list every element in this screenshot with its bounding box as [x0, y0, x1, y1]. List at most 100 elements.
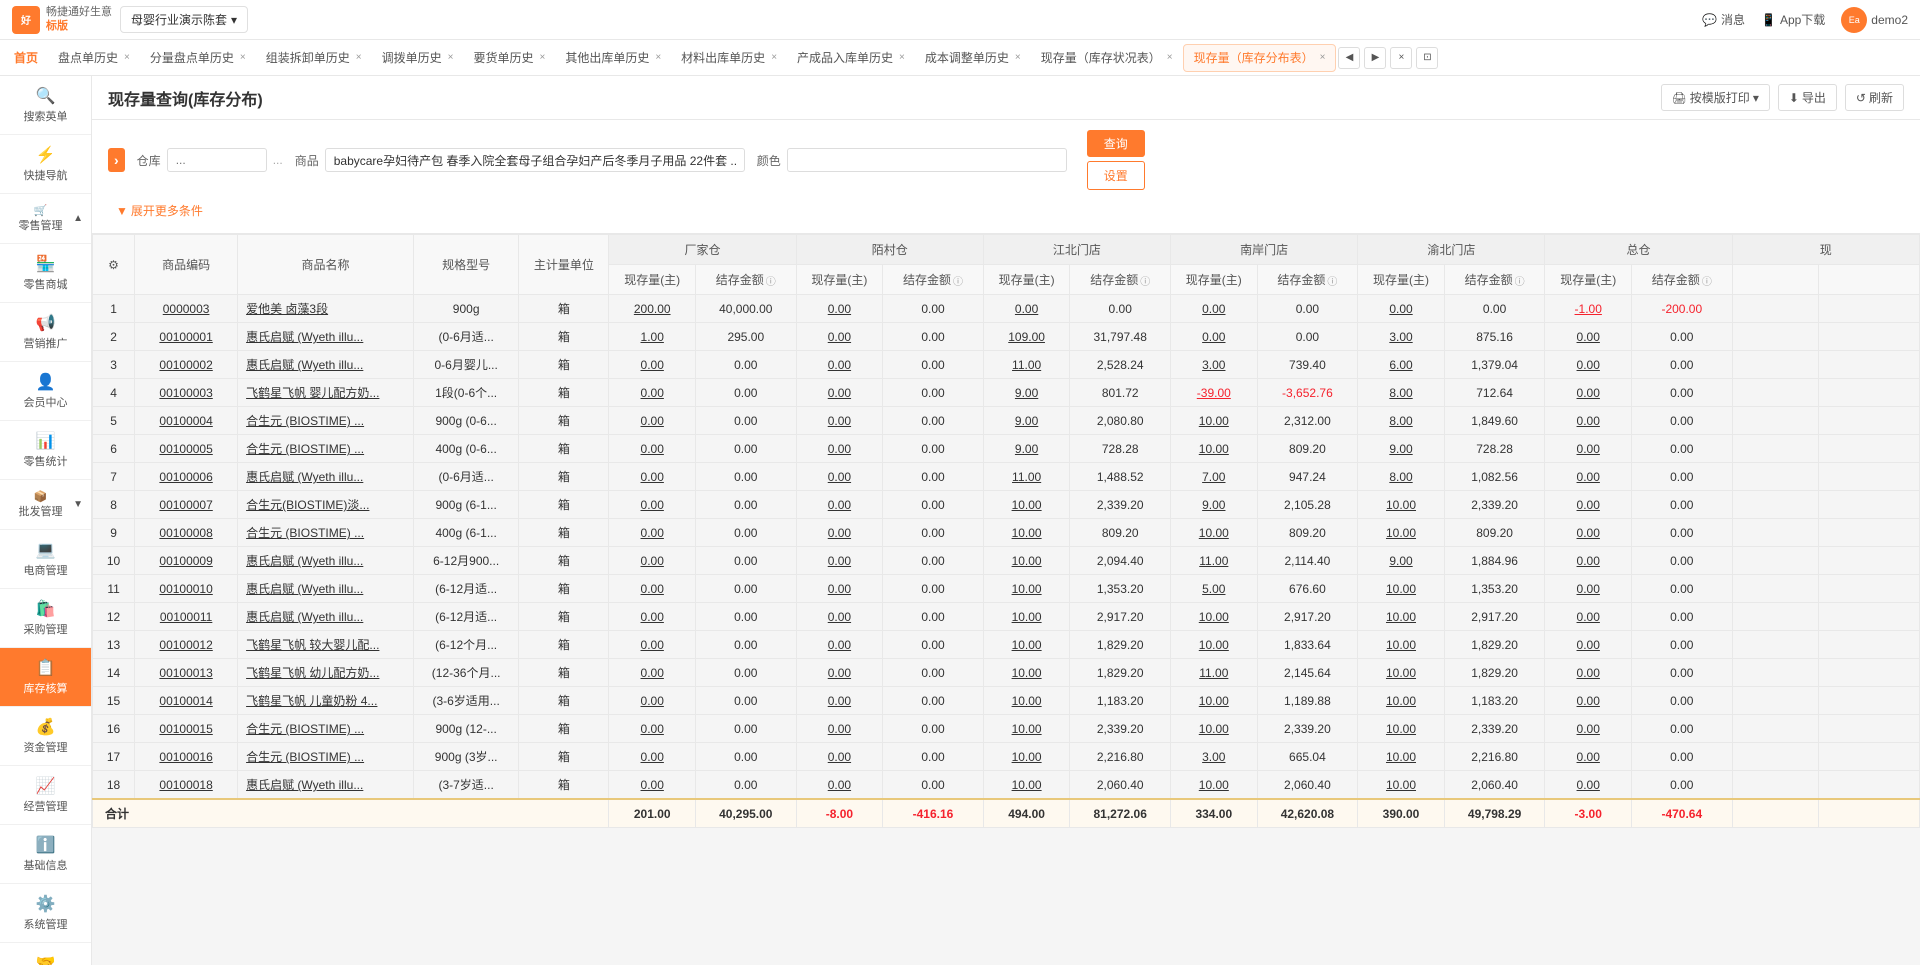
row-wh4-qty[interactable]: 10.00: [1171, 407, 1258, 435]
row-wh3-qty[interactable]: 9.00: [983, 407, 1070, 435]
row-wh3-qty[interactable]: 10.00: [983, 491, 1070, 519]
row-code[interactable]: 00100008: [135, 519, 238, 547]
row-code[interactable]: 00100014: [135, 687, 238, 715]
store-selector[interactable]: 母婴行业演示陈套 ▾: [120, 6, 248, 33]
sidebar-item-ops[interactable]: 📈 经营管理: [0, 766, 91, 825]
row-wh5-qty[interactable]: 3.00: [1358, 323, 1445, 351]
tab-close-5[interactable]: ×: [539, 52, 545, 63]
query-btn[interactable]: 查询: [1087, 130, 1145, 157]
tab-close-3[interactable]: ×: [356, 52, 362, 63]
row-wh1-qty[interactable]: 0.00: [609, 575, 696, 603]
row-wh4-qty[interactable]: 10.00: [1171, 687, 1258, 715]
row-wh3-qty[interactable]: 9.00: [983, 435, 1070, 463]
row-total-qty[interactable]: -1.00: [1545, 295, 1632, 323]
sidebar-item-system[interactable]: ⚙️ 系统管理: [0, 884, 91, 943]
tab-close-all-btn[interactable]: ×: [1390, 47, 1412, 69]
row-wh1-qty[interactable]: 0.00: [609, 435, 696, 463]
color-input[interactable]: [787, 148, 1067, 172]
tab-close-2[interactable]: ×: [240, 52, 246, 63]
row-wh1-qty[interactable]: 0.00: [609, 715, 696, 743]
row-name[interactable]: 惠氏启赋 (Wyeth illu...: [238, 547, 414, 575]
row-wh2-qty[interactable]: 0.00: [796, 631, 883, 659]
sidebar-item-wholesale[interactable]: 📦 批发管理 ▼: [0, 480, 91, 530]
row-wh5-qty[interactable]: 9.00: [1358, 547, 1445, 575]
row-wh1-qty[interactable]: 0.00: [609, 743, 696, 771]
user-menu[interactable]: Ea demo2: [1841, 7, 1908, 33]
sidebar-item-retail[interactable]: 🛒 零售管理 ▲: [0, 194, 91, 244]
row-total-qty[interactable]: 0.00: [1545, 659, 1632, 687]
row-wh1-qty[interactable]: 0.00: [609, 491, 696, 519]
row-wh5-qty[interactable]: 10.00: [1358, 575, 1445, 603]
row-name[interactable]: 惠氏启赋 (Wyeth illu...: [238, 351, 414, 379]
row-name[interactable]: 惠氏启赋 (Wyeth illu...: [238, 575, 414, 603]
row-total-qty[interactable]: 0.00: [1545, 323, 1632, 351]
refresh-btn[interactable]: ↺ 刷新: [1845, 84, 1904, 111]
row-total-qty[interactable]: 0.00: [1545, 519, 1632, 547]
row-wh4-qty[interactable]: 0.00: [1171, 295, 1258, 323]
row-wh4-qty[interactable]: 10.00: [1171, 603, 1258, 631]
row-wh4-qty[interactable]: 10.00: [1171, 519, 1258, 547]
row-wh3-qty[interactable]: 10.00: [983, 687, 1070, 715]
row-wh1-qty[interactable]: 0.00: [609, 379, 696, 407]
row-wh1-qty[interactable]: 200.00: [609, 295, 696, 323]
row-name[interactable]: 惠氏启赋 (Wyeth illu...: [238, 771, 414, 800]
row-wh5-qty[interactable]: 10.00: [1358, 603, 1445, 631]
row-wh5-qty[interactable]: 10.00: [1358, 771, 1445, 800]
row-code[interactable]: 00100009: [135, 547, 238, 575]
row-wh2-qty[interactable]: 0.00: [796, 351, 883, 379]
row-wh2-qty[interactable]: 0.00: [796, 379, 883, 407]
row-wh3-qty[interactable]: 0.00: [983, 295, 1070, 323]
row-name[interactable]: 惠氏启赋 (Wyeth illu...: [238, 323, 414, 351]
row-wh4-qty[interactable]: 3.00: [1171, 351, 1258, 379]
row-total-qty[interactable]: 0.00: [1545, 491, 1632, 519]
tab-7[interactable]: 材料出库单历史×: [671, 44, 787, 72]
row-wh1-qty[interactable]: 0.00: [609, 519, 696, 547]
row-wh2-qty[interactable]: 0.00: [796, 519, 883, 547]
row-total-qty[interactable]: 0.00: [1545, 631, 1632, 659]
row-total-qty[interactable]: 0.00: [1545, 435, 1632, 463]
row-code[interactable]: 00100004: [135, 407, 238, 435]
tab-close-1[interactable]: ×: [124, 52, 130, 63]
row-code[interactable]: 00100018: [135, 771, 238, 800]
row-total-qty[interactable]: 0.00: [1545, 351, 1632, 379]
row-wh2-qty[interactable]: 0.00: [796, 771, 883, 800]
row-wh3-qty[interactable]: 9.00: [983, 379, 1070, 407]
row-wh4-qty[interactable]: 3.00: [1171, 743, 1258, 771]
row-code[interactable]: 00100013: [135, 659, 238, 687]
sidebar-item-base[interactable]: ℹ️ 基础信息: [0, 825, 91, 884]
col-settings[interactable]: ⚙: [93, 235, 135, 295]
row-code[interactable]: 00100016: [135, 743, 238, 771]
row-code[interactable]: 00100002: [135, 351, 238, 379]
row-wh1-qty[interactable]: 1.00: [609, 323, 696, 351]
row-wh2-qty[interactable]: 0.00: [796, 491, 883, 519]
sidebar-item-inventory[interactable]: 📋 库存核算: [0, 648, 91, 707]
collapse-btn[interactable]: ›: [108, 148, 125, 172]
row-wh4-qty[interactable]: 11.00: [1171, 659, 1258, 687]
row-code[interactable]: 0000003: [135, 295, 238, 323]
row-code[interactable]: 00100003: [135, 379, 238, 407]
setting-btn[interactable]: 设置: [1087, 161, 1145, 190]
tab-close-10[interactable]: ×: [1167, 52, 1173, 63]
row-total-qty[interactable]: 0.00: [1545, 715, 1632, 743]
tab-11[interactable]: 现存量（库存分布表）×: [1183, 44, 1337, 72]
tab-prev-btn[interactable]: ◀: [1338, 47, 1360, 69]
row-wh5-qty[interactable]: 10.00: [1358, 743, 1445, 771]
row-wh2-qty[interactable]: 0.00: [796, 407, 883, 435]
row-code[interactable]: 00100010: [135, 575, 238, 603]
row-wh3-qty[interactable]: 10.00: [983, 715, 1070, 743]
tab-1[interactable]: 盘点单历史×: [48, 44, 140, 72]
row-wh5-qty[interactable]: 10.00: [1358, 491, 1445, 519]
tab-close-7[interactable]: ×: [771, 52, 777, 63]
row-wh4-qty[interactable]: 10.00: [1171, 771, 1258, 800]
row-wh5-qty[interactable]: 8.00: [1358, 463, 1445, 491]
app-download-btn[interactable]: 📱 App下载: [1761, 11, 1825, 28]
row-wh4-qty[interactable]: 10.00: [1171, 631, 1258, 659]
row-total-qty[interactable]: 0.00: [1545, 407, 1632, 435]
sidebar-item-finance[interactable]: 💰 资金管理: [0, 707, 91, 766]
row-wh1-qty[interactable]: 0.00: [609, 407, 696, 435]
row-wh1-qty[interactable]: 0.00: [609, 687, 696, 715]
row-name[interactable]: 合生元 (BIOSTIME) ...: [238, 715, 414, 743]
row-code[interactable]: 00100007: [135, 491, 238, 519]
row-wh3-qty[interactable]: 109.00: [983, 323, 1070, 351]
row-code[interactable]: 00100011: [135, 603, 238, 631]
